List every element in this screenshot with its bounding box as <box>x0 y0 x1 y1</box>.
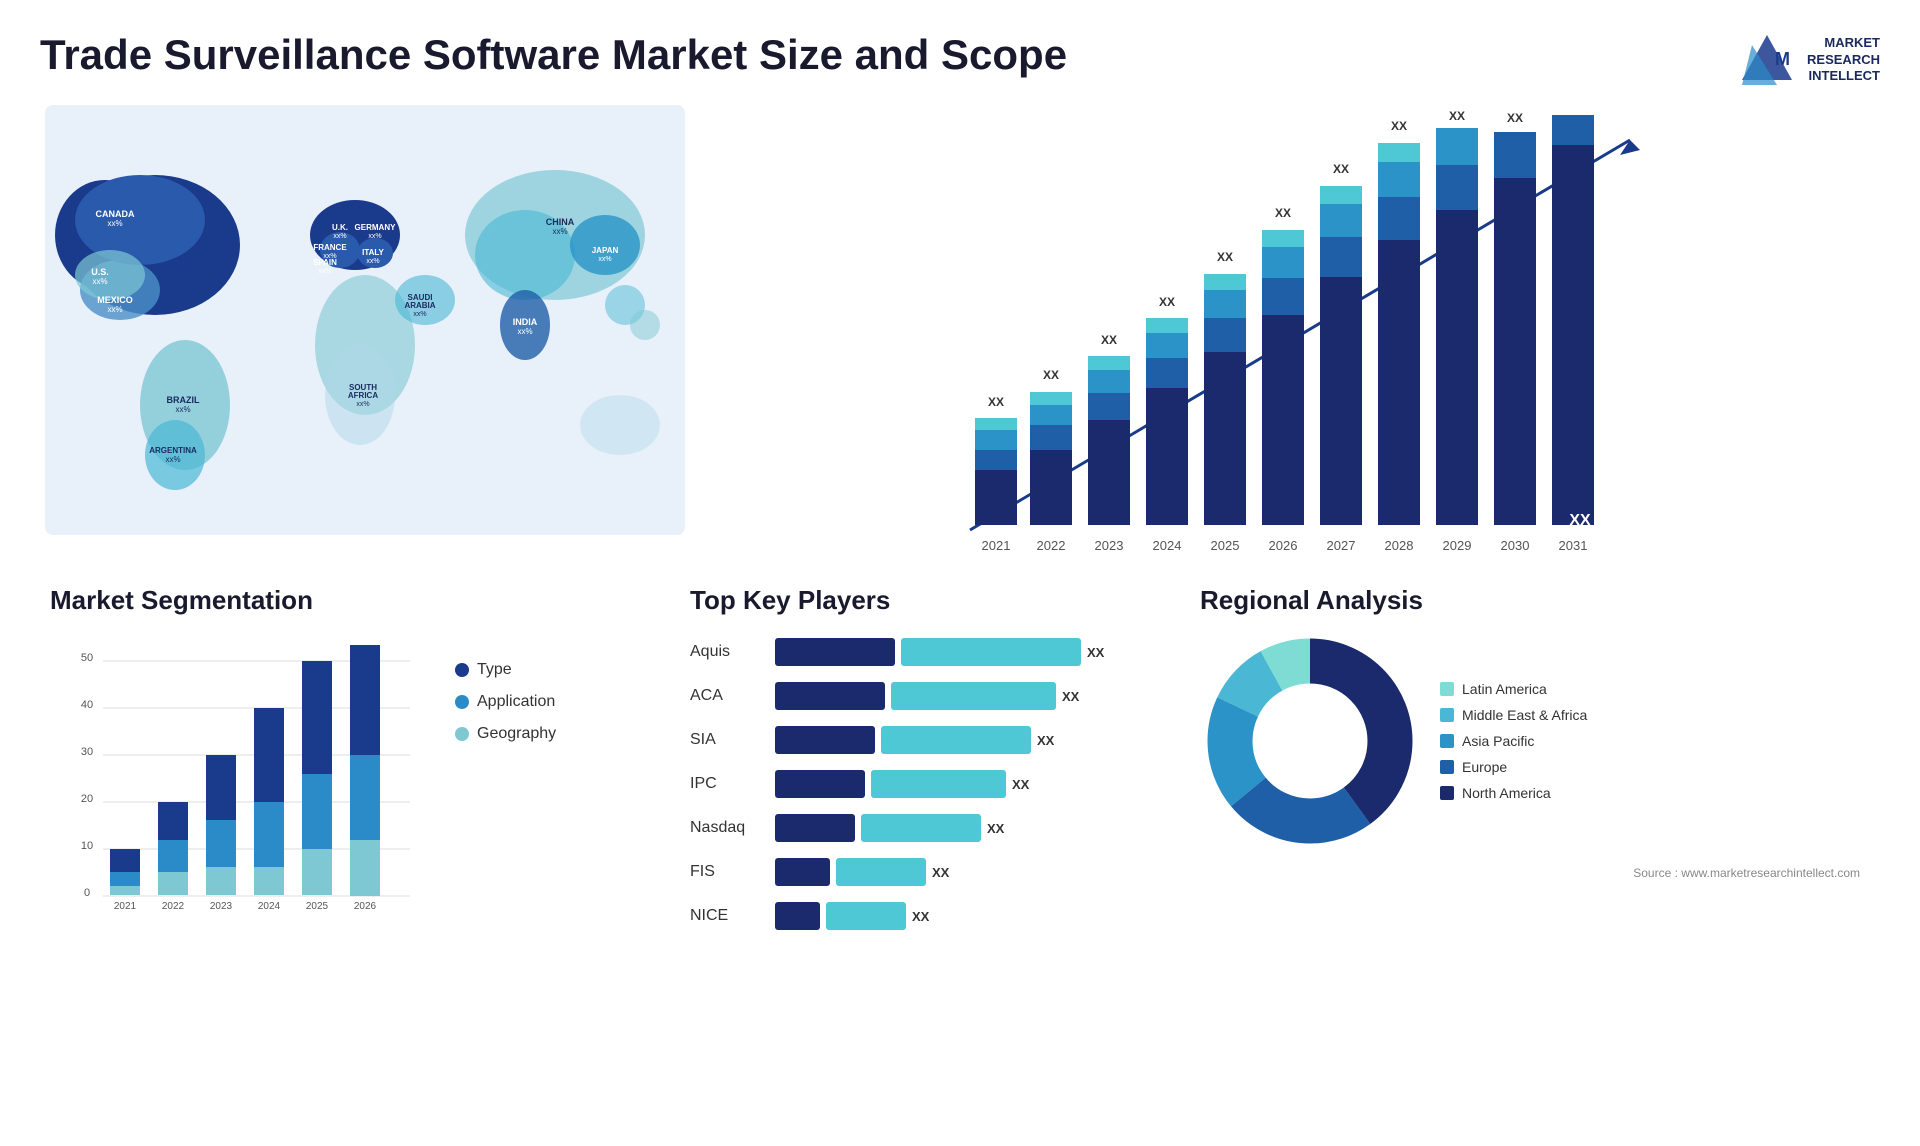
player-aquis: Aquis <box>690 636 760 668</box>
svg-text:CANADA: CANADA <box>96 209 135 219</box>
player-nasdaq: Nasdaq <box>690 812 760 844</box>
world-map: CANADA xx% U.S. xx% MEXICO xx% BRAZIL xx… <box>45 105 685 535</box>
donut-chart <box>1200 631 1420 851</box>
svg-text:xx%: xx% <box>165 455 180 464</box>
header: Trade Surveillance Software Market Size … <box>0 0 1920 100</box>
page-title: Trade Surveillance Software Market Size … <box>40 30 1067 80</box>
svg-text:SPAIN: SPAIN <box>313 258 337 267</box>
svg-text:40: 40 <box>81 699 93 711</box>
svg-text:xx%: xx% <box>318 268 331 275</box>
source-text: Source : www.marketresearchintellect.com <box>1200 866 1860 880</box>
svg-text:2023: 2023 <box>1095 538 1124 553</box>
legend-north-america: North America <box>1440 785 1587 801</box>
svg-text:xx%: xx% <box>598 256 611 263</box>
svg-text:2027: 2027 <box>1327 538 1356 553</box>
logo: M MARKET RESEARCH INTELLECT <box>1737 30 1880 90</box>
svg-text:2025: 2025 <box>1211 538 1240 553</box>
svg-text:xx%: xx% <box>552 227 567 236</box>
bar-chart-section: XX 2021 XX 2022 XX 2023 XX 2024 <box>680 100 1880 590</box>
svg-text:xx%: xx% <box>333 233 346 240</box>
svg-text:2024: 2024 <box>258 901 281 911</box>
svg-text:CHINA: CHINA <box>546 217 575 227</box>
svg-text:0: 0 <box>84 887 90 899</box>
svg-text:2026: 2026 <box>1269 538 1298 553</box>
svg-text:XX: XX <box>1507 111 1523 125</box>
svg-text:XX: XX <box>1159 295 1175 309</box>
player-aca: ACA <box>690 680 760 712</box>
svg-text:2022: 2022 <box>1037 538 1066 553</box>
legend-europe: Europe <box>1440 759 1587 775</box>
svg-text:50: 50 <box>81 652 93 664</box>
svg-text:ITALY: ITALY <box>362 248 384 257</box>
logo-text: MARKET RESEARCH INTELLECT <box>1807 35 1880 86</box>
player-ipc: IPC <box>690 768 760 800</box>
svg-text:ARGENTINA: ARGENTINA <box>149 446 197 455</box>
key-players-section: Top Key Players Aquis ACA SIA IPC Nasdaq… <box>680 580 1180 937</box>
svg-text:xx%: xx% <box>175 405 190 414</box>
svg-text:INDIA: INDIA <box>513 317 538 327</box>
map-section: CANADA xx% U.S. xx% MEXICO xx% BRAZIL xx… <box>40 100 680 590</box>
svg-text:xx%: xx% <box>366 258 379 265</box>
svg-text:XX: XX <box>1391 119 1407 133</box>
segmentation-section: Market Segmentation 0 10 20 30 40 50 <box>40 580 680 937</box>
svg-text:xx%: xx% <box>517 327 532 336</box>
svg-text:U.S.: U.S. <box>91 267 109 277</box>
svg-text:XX: XX <box>988 395 1004 409</box>
svg-text:2021: 2021 <box>982 538 1011 553</box>
svg-text:2022: 2022 <box>162 901 185 911</box>
svg-text:2023: 2023 <box>210 901 233 911</box>
player-sia: SIA <box>690 724 760 756</box>
svg-text:M: M <box>1775 49 1790 69</box>
legend-application: Application <box>455 693 556 711</box>
svg-text:FRANCE: FRANCE <box>313 243 347 252</box>
svg-text:U.K.: U.K. <box>332 223 348 232</box>
svg-text:2031: 2031 <box>1559 538 1588 553</box>
svg-text:XX: XX <box>1101 333 1117 347</box>
growth-bar-chart: XX 2021 XX 2022 XX 2023 XX 2024 <box>700 110 1860 570</box>
svg-text:xx%: xx% <box>413 311 426 318</box>
logo-icon: M <box>1737 30 1797 90</box>
svg-text:GERMANY: GERMANY <box>355 223 397 232</box>
svg-text:xx%: xx% <box>107 219 122 228</box>
svg-text:XX: XX <box>1275 206 1291 220</box>
svg-text:30: 30 <box>81 746 93 758</box>
svg-text:xx%: xx% <box>92 277 107 286</box>
svg-text:2025: 2025 <box>306 901 329 911</box>
legend-asia-pacific: Asia Pacific <box>1440 733 1587 749</box>
svg-text:2026: 2026 <box>354 901 377 911</box>
legend-type: Type <box>455 661 556 679</box>
svg-text:XX: XX <box>1217 250 1233 264</box>
player-nice: NICE <box>690 900 760 932</box>
svg-text:xx%: xx% <box>368 233 381 240</box>
svg-text:20: 20 <box>81 793 93 805</box>
svg-text:MEXICO: MEXICO <box>97 295 133 305</box>
svg-text:JAPAN: JAPAN <box>592 246 619 255</box>
segmentation-chart: 0 10 20 30 40 50 <box>50 631 430 911</box>
svg-text:xx%: xx% <box>356 401 369 408</box>
legend-geography: Geography <box>455 725 556 743</box>
regional-section: Regional Analysis <box>1180 580 1880 937</box>
svg-text:XX: XX <box>1449 110 1465 123</box>
svg-text:xx%: xx% <box>107 305 122 314</box>
player-fis: FIS <box>690 856 760 888</box>
svg-text:BRAZIL: BRAZIL <box>167 395 200 405</box>
svg-text:XX: XX <box>1333 162 1349 176</box>
svg-text:2030: 2030 <box>1501 538 1530 553</box>
svg-text:XX: XX <box>1043 368 1059 382</box>
svg-text:2029: 2029 <box>1443 538 1472 553</box>
svg-text:XX: XX <box>1569 512 1591 529</box>
svg-text:2021: 2021 <box>114 901 137 911</box>
legend-middle-east-africa: Middle East & Africa <box>1440 707 1587 723</box>
legend-latin-america: Latin America <box>1440 681 1587 697</box>
svg-text:AFRICA: AFRICA <box>348 391 378 400</box>
svg-text:2028: 2028 <box>1385 538 1414 553</box>
svg-text:2024: 2024 <box>1153 538 1182 553</box>
svg-text:ARABIA: ARABIA <box>404 301 435 310</box>
svg-text:10: 10 <box>81 840 93 852</box>
